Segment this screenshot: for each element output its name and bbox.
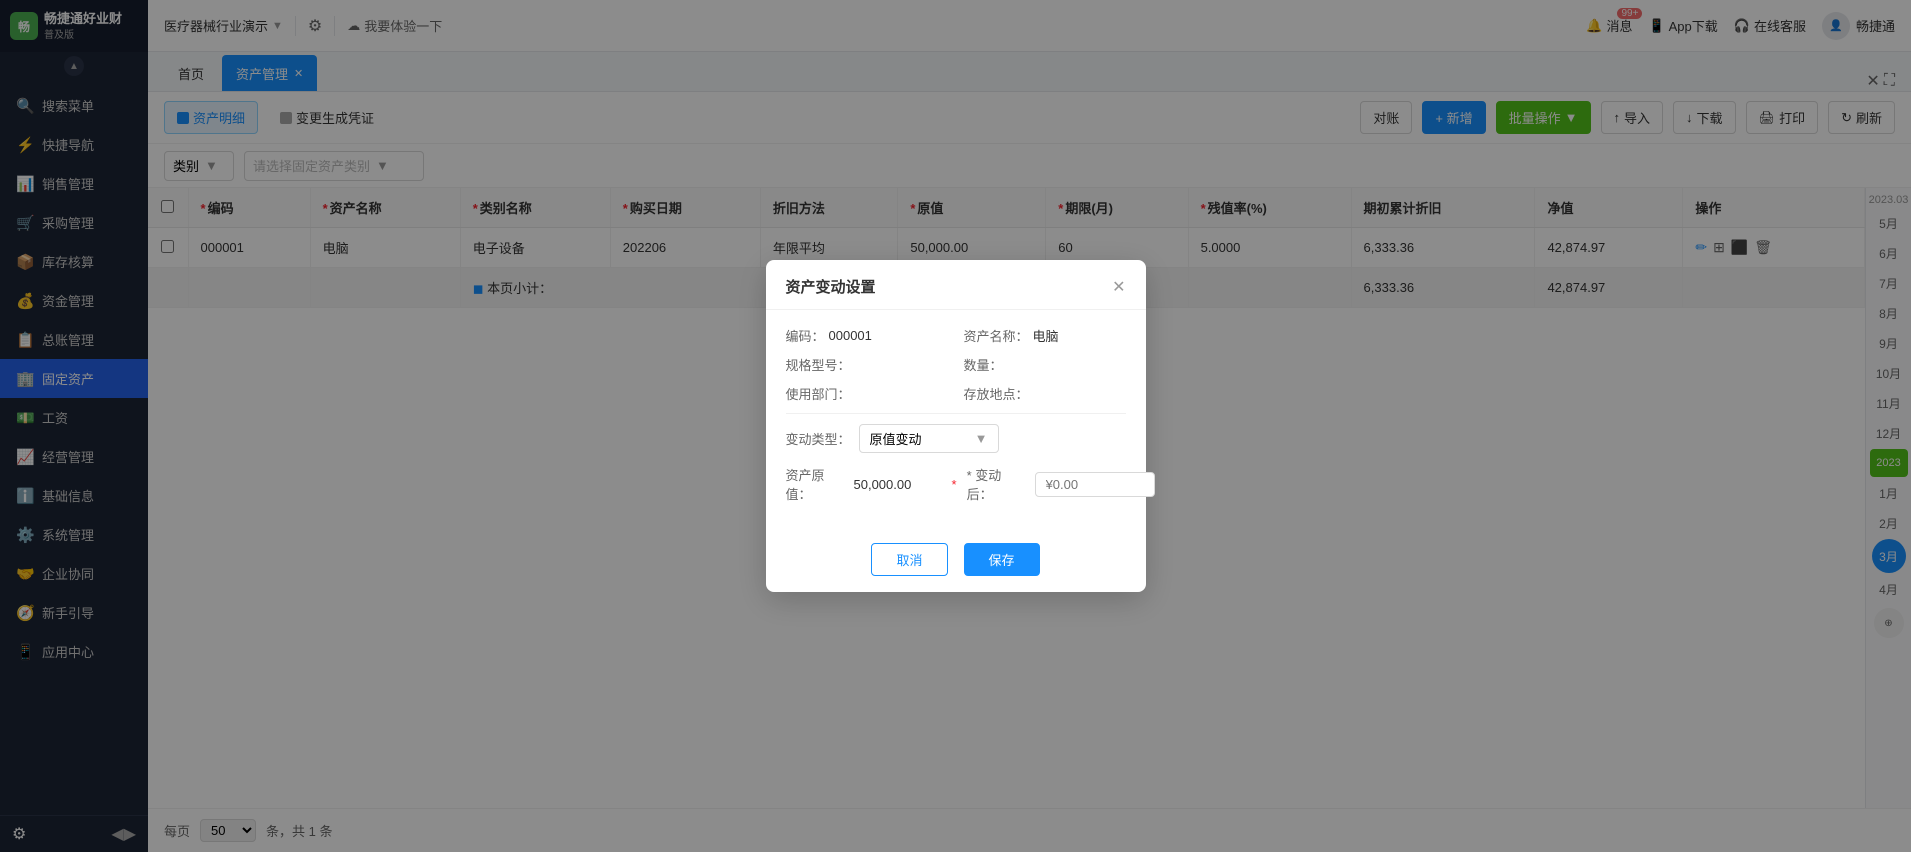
asset-change-dialog: 资产变动设置 ✕ 编码： 000001 资产名称： 电脑 规格型号：: [766, 260, 1146, 592]
dialog-row-dept-location: 使用部门： 存放地点：: [786, 384, 1126, 403]
change-type-dropdown-icon: ▼: [975, 431, 988, 446]
change-type-select[interactable]: 原值变动 ▼: [859, 424, 999, 453]
save-btn[interactable]: 保存: [964, 543, 1040, 576]
dialog-close-btn[interactable]: ✕: [1112, 277, 1125, 297]
dialog-row-code-name: 编码： 000001 资产名称： 电脑: [786, 326, 1126, 345]
department-label: 使用部门：: [786, 384, 851, 403]
dialog-value-row: 资产原值： 50,000.00 * * 变动后：: [786, 465, 1126, 503]
after-change-input[interactable]: [1035, 472, 1155, 497]
dialog-divider: [786, 413, 1126, 414]
asset-name-value: 电脑: [1033, 326, 1059, 345]
required-star-after: *: [952, 477, 957, 492]
dialog-field-asset-name: 资产名称： 电脑: [964, 326, 1126, 345]
save-label: 保存: [989, 553, 1015, 568]
spec-label: 规格型号：: [786, 355, 851, 374]
code-label: 编码：: [786, 326, 825, 345]
dialog-change-type-row: 变动类型： 原值变动 ▼: [786, 424, 1126, 453]
dialog-header: 资产变动设置 ✕: [766, 260, 1146, 310]
cancel-btn[interactable]: 取消: [871, 543, 947, 576]
change-type-label: 变动类型：: [786, 429, 851, 448]
asset-name-label: 资产名称：: [964, 326, 1029, 345]
change-type-value: 原值变动: [870, 429, 922, 448]
dialog-field-quantity: 数量：: [964, 355, 1126, 374]
dialog-overlay: 资产变动设置 ✕ 编码： 000001 资产名称： 电脑 规格型号：: [0, 0, 1911, 852]
dialog-field-spec: 规格型号：: [786, 355, 948, 374]
dialog-footer: 取消 保存: [766, 531, 1146, 592]
dialog-title: 资产变动设置: [786, 276, 876, 297]
original-value-display: 50,000.00: [854, 477, 944, 492]
dialog-field-location: 存放地点：: [964, 384, 1126, 403]
dialog-field-code: 编码： 000001: [786, 326, 948, 345]
quantity-label: 数量：: [964, 355, 1003, 374]
dialog-body: 编码： 000001 资产名称： 电脑 规格型号： 数量：: [766, 310, 1146, 531]
dialog-field-department: 使用部门：: [786, 384, 948, 403]
cancel-label: 取消: [896, 553, 922, 568]
code-value: 000001: [829, 328, 872, 343]
dialog-row-spec-qty: 规格型号： 数量：: [786, 355, 1126, 374]
original-value-label: 资产原值：: [786, 465, 846, 503]
location-label: 存放地点：: [964, 384, 1029, 403]
after-change-label: * 变动后：: [967, 465, 1027, 503]
